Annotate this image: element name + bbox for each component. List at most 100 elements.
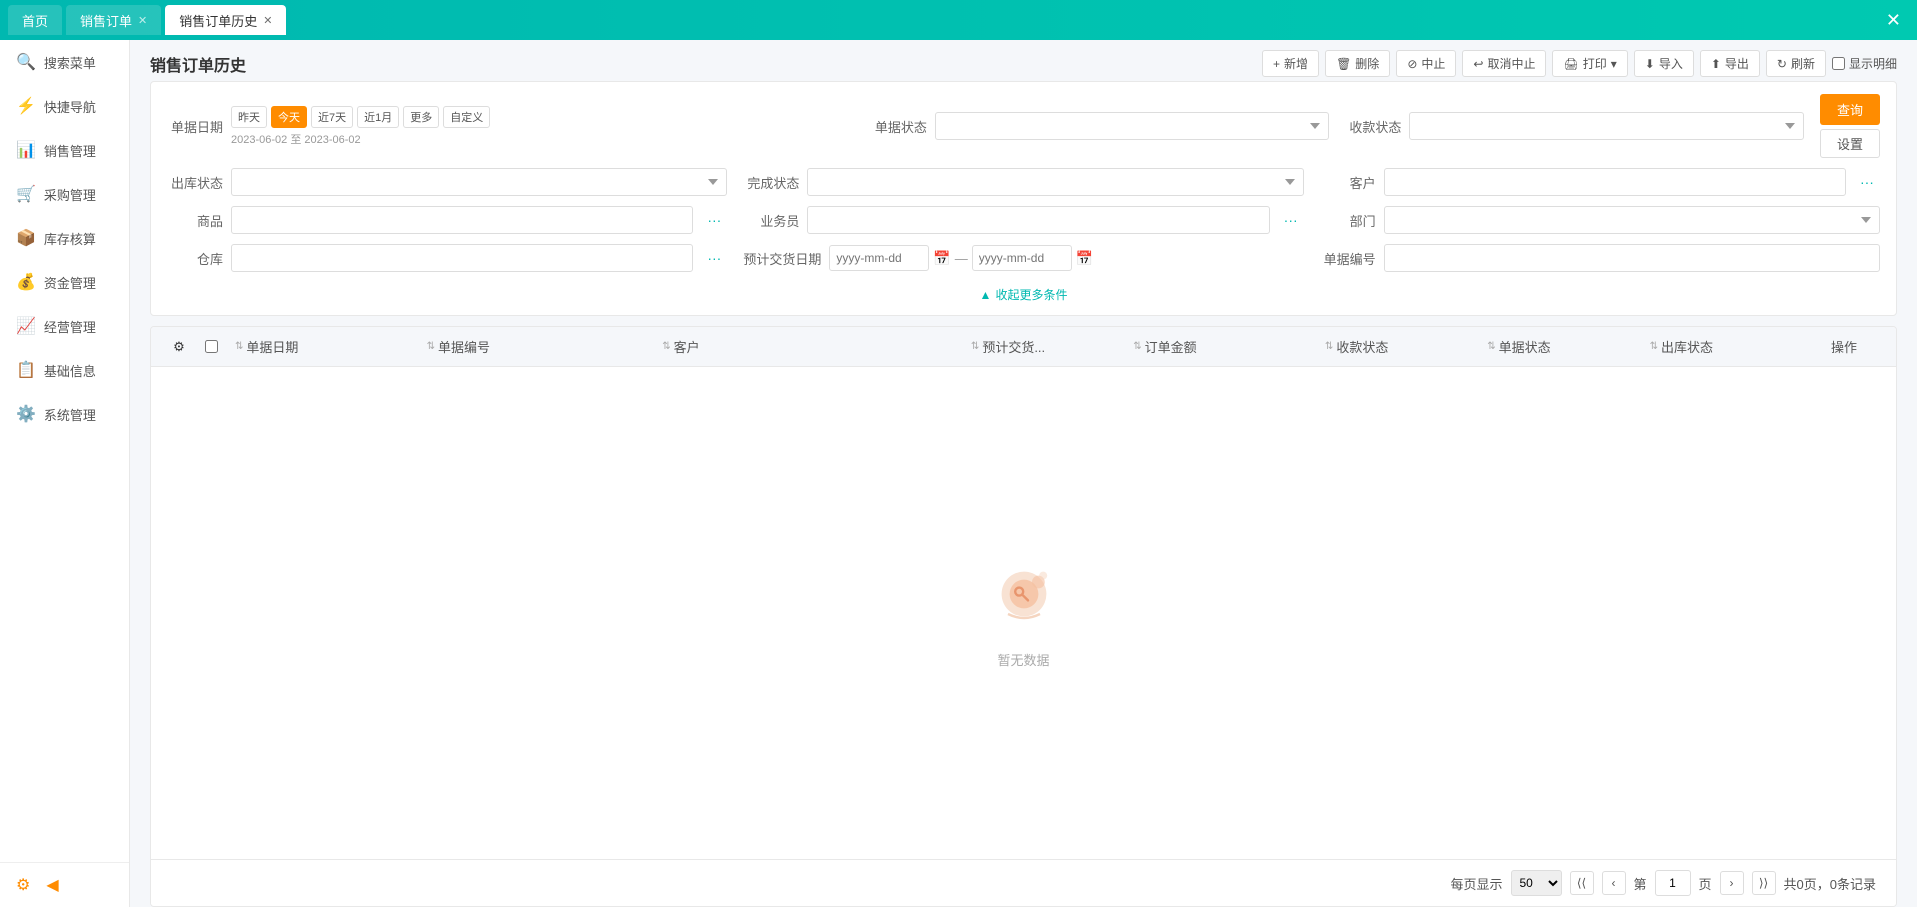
add-button[interactable]: + 新增	[1262, 50, 1319, 77]
filter-date-field: 单据日期 昨天 今天 近7天 近1月 更多 自定义 2023-06-02 至 2…	[167, 106, 855, 147]
sidebar-item-operations[interactable]: 📈 经营管理	[0, 304, 129, 348]
print-button[interactable]: 🖨 打印 ▾	[1552, 50, 1627, 77]
customer-ellipsis-btn[interactable]: ···	[1854, 174, 1880, 190]
last-page-btn[interactable]: ⟩⟩	[1752, 871, 1776, 895]
receipt-status-select[interactable]	[1409, 112, 1804, 140]
tab-sales-order-close[interactable]: ✕	[138, 14, 147, 27]
prev-page-btn[interactable]: ‹	[1602, 871, 1626, 895]
th-status: ⇅ 单据状态	[1479, 337, 1641, 356]
th-status-label: 单据状态	[1499, 337, 1551, 356]
th-receipt-sort-icon: ⇅	[1325, 341, 1333, 352]
status-select[interactable]	[935, 112, 1330, 140]
page-size-select[interactable]: 50 10 20 100	[1511, 870, 1562, 896]
delivery-date-start[interactable]	[829, 245, 929, 271]
sidebar-item-finance[interactable]: 💰 资金管理	[0, 260, 129, 304]
sales-mgmt-icon: 📊	[16, 140, 36, 160]
first-page-btn[interactable]: ⟨⟨	[1570, 871, 1594, 895]
custom-btn[interactable]: 自定义	[443, 106, 490, 128]
th-out-sort-icon: ⇅	[1650, 341, 1658, 352]
query-button[interactable]: 查询	[1820, 94, 1880, 125]
sidebar-bottom: ⚙ ◀	[0, 862, 129, 907]
complete-select[interactable]	[807, 168, 1303, 196]
last7-btn[interactable]: 近7天	[311, 106, 353, 128]
dept-select[interactable]	[1384, 206, 1880, 234]
goods-input[interactable]	[231, 206, 693, 234]
more-btn[interactable]: 更多	[403, 106, 439, 128]
salesman-ellipsis-btn[interactable]: ···	[1278, 212, 1304, 228]
tab-sales-order-history-close[interactable]: ✕	[263, 14, 272, 27]
cal-end-icon[interactable]: 📅	[1076, 250, 1093, 267]
delivery-date-end[interactable]	[972, 245, 1072, 271]
today-btn[interactable]: 今天	[271, 106, 307, 128]
th-status-sort-icon: ⇅	[1487, 341, 1495, 352]
show-detail-label[interactable]: 显示明细	[1832, 55, 1897, 72]
show-detail-checkbox[interactable]	[1832, 57, 1845, 70]
sidebar-item-sales-mgmt[interactable]: 📊 销售管理	[0, 128, 129, 172]
show-detail-text: 显示明细	[1849, 55, 1897, 72]
warehouse-ellipsis-btn[interactable]: ···	[701, 250, 727, 266]
date-dash: —	[955, 251, 968, 266]
sidebar-item-search-menu-label: 搜索菜单	[44, 53, 96, 72]
th-date-label: 单据日期	[246, 337, 298, 356]
sidebar-item-base-info-label: 基础信息	[44, 361, 96, 380]
delete-button[interactable]: 🗑 删除	[1325, 50, 1390, 77]
purchase-mgmt-icon: 🛒	[16, 184, 36, 204]
sys-mgmt-icon: ⚙️	[16, 404, 36, 424]
filter-warehouse-field: 仓库 ···	[167, 244, 727, 272]
warehouse-input[interactable]	[231, 244, 693, 272]
stop-button[interactable]: ⊘ 中止	[1396, 50, 1456, 77]
tab-sales-order-history[interactable]: 销售订单历史 ✕	[165, 5, 286, 35]
filter-customer-field: 客户 ···	[1320, 168, 1880, 196]
table-settings-icon[interactable]: ⚙	[173, 339, 185, 355]
total-text: 共0页，0条记录	[1784, 874, 1876, 893]
sidebar-item-purchase-mgmt[interactable]: 🛒 采购管理	[0, 172, 129, 216]
filter-panel: 单据日期 昨天 今天 近7天 近1月 更多 自定义 2023-06-02 至 2…	[150, 81, 1897, 316]
import-button[interactable]: ⬇ 导入	[1634, 50, 1694, 77]
collapse-row[interactable]: ▲ 收起更多条件	[167, 282, 1880, 303]
cancel-stop-button[interactable]: ↩ 取消中止	[1462, 50, 1546, 77]
sidebar-item-search-menu[interactable]: 🔍 搜索菜单	[0, 40, 129, 84]
tab-sales-order[interactable]: 销售订单 ✕	[66, 5, 161, 35]
th-action-label: 操作	[1831, 337, 1857, 356]
salesman-input[interactable]	[807, 206, 1269, 234]
th-out: ⇅ 出库状态	[1642, 337, 1804, 356]
table-header: ⚙ ⇅ 单据日期 ⇅ 单据编号 ⇅ 客户 ⇅	[151, 327, 1896, 367]
page-label-suffix: 页	[1699, 874, 1712, 893]
filter-row-3: 商品 ··· 业务员 ··· 部门	[167, 206, 1880, 234]
sidebar-item-sys-mgmt[interactable]: ⚙️ 系统管理	[0, 392, 129, 436]
sidebar-item-inventory[interactable]: 📦 库存核算	[0, 216, 129, 260]
settings-bottom-icon[interactable]: ⚙	[16, 875, 30, 895]
filter-row-4: 仓库 ··· 预计交货日期 📅 — 📅 单据编号	[167, 244, 1880, 272]
select-all-checkbox[interactable]	[205, 340, 218, 353]
th-receipt: ⇅ 收款状态	[1317, 337, 1479, 356]
toolbar: + 新增 🗑 删除 ⊘ 中止 ↩ 取消中止 🖨 打印	[1262, 50, 1897, 77]
tab-home[interactable]: 首页	[8, 5, 62, 35]
print-icon: 🖨	[1563, 57, 1578, 71]
action-buttons: 查询 设置	[1820, 94, 1880, 158]
delete-icon: 🗑	[1336, 57, 1351, 71]
export-button[interactable]: ⬆ 导出	[1700, 50, 1760, 77]
collapse-sidebar-icon[interactable]: ◀	[46, 875, 58, 895]
doc-no-input[interactable]	[1384, 244, 1880, 272]
print-arrow-icon: ▾	[1611, 57, 1617, 71]
refresh-button[interactable]: ↻ 刷新	[1766, 50, 1826, 77]
sidebar-item-quick-nav[interactable]: ⚡ 快捷导航	[0, 84, 129, 128]
goods-ellipsis-btn[interactable]: ···	[701, 212, 727, 228]
setting-button[interactable]: 设置	[1820, 129, 1880, 158]
outstock-select[interactable]	[231, 168, 727, 196]
collapse-label: 收起更多条件	[995, 286, 1067, 303]
content: 销售订单历史 + 新增 🗑 删除 ⊘ 中止 ↩ 取消中止	[130, 40, 1917, 907]
window-close-btn[interactable]: ✕	[1878, 10, 1909, 31]
th-no-label: 单据编号	[438, 337, 490, 356]
page-input[interactable]	[1655, 870, 1691, 896]
status-label: 单据状态	[871, 117, 927, 136]
last1m-btn[interactable]: 近1月	[357, 106, 399, 128]
yesterday-btn[interactable]: 昨天	[231, 106, 267, 128]
cal-start-icon[interactable]: 📅	[933, 250, 950, 267]
sidebar-item-base-info[interactable]: 📋 基础信息	[0, 348, 129, 392]
th-customer-label: 客户	[674, 337, 700, 356]
customer-input[interactable]	[1384, 168, 1846, 196]
doc-no-label: 单据编号	[1320, 249, 1376, 268]
next-page-btn[interactable]: ›	[1720, 871, 1744, 895]
th-out-label: 出库状态	[1661, 337, 1713, 356]
